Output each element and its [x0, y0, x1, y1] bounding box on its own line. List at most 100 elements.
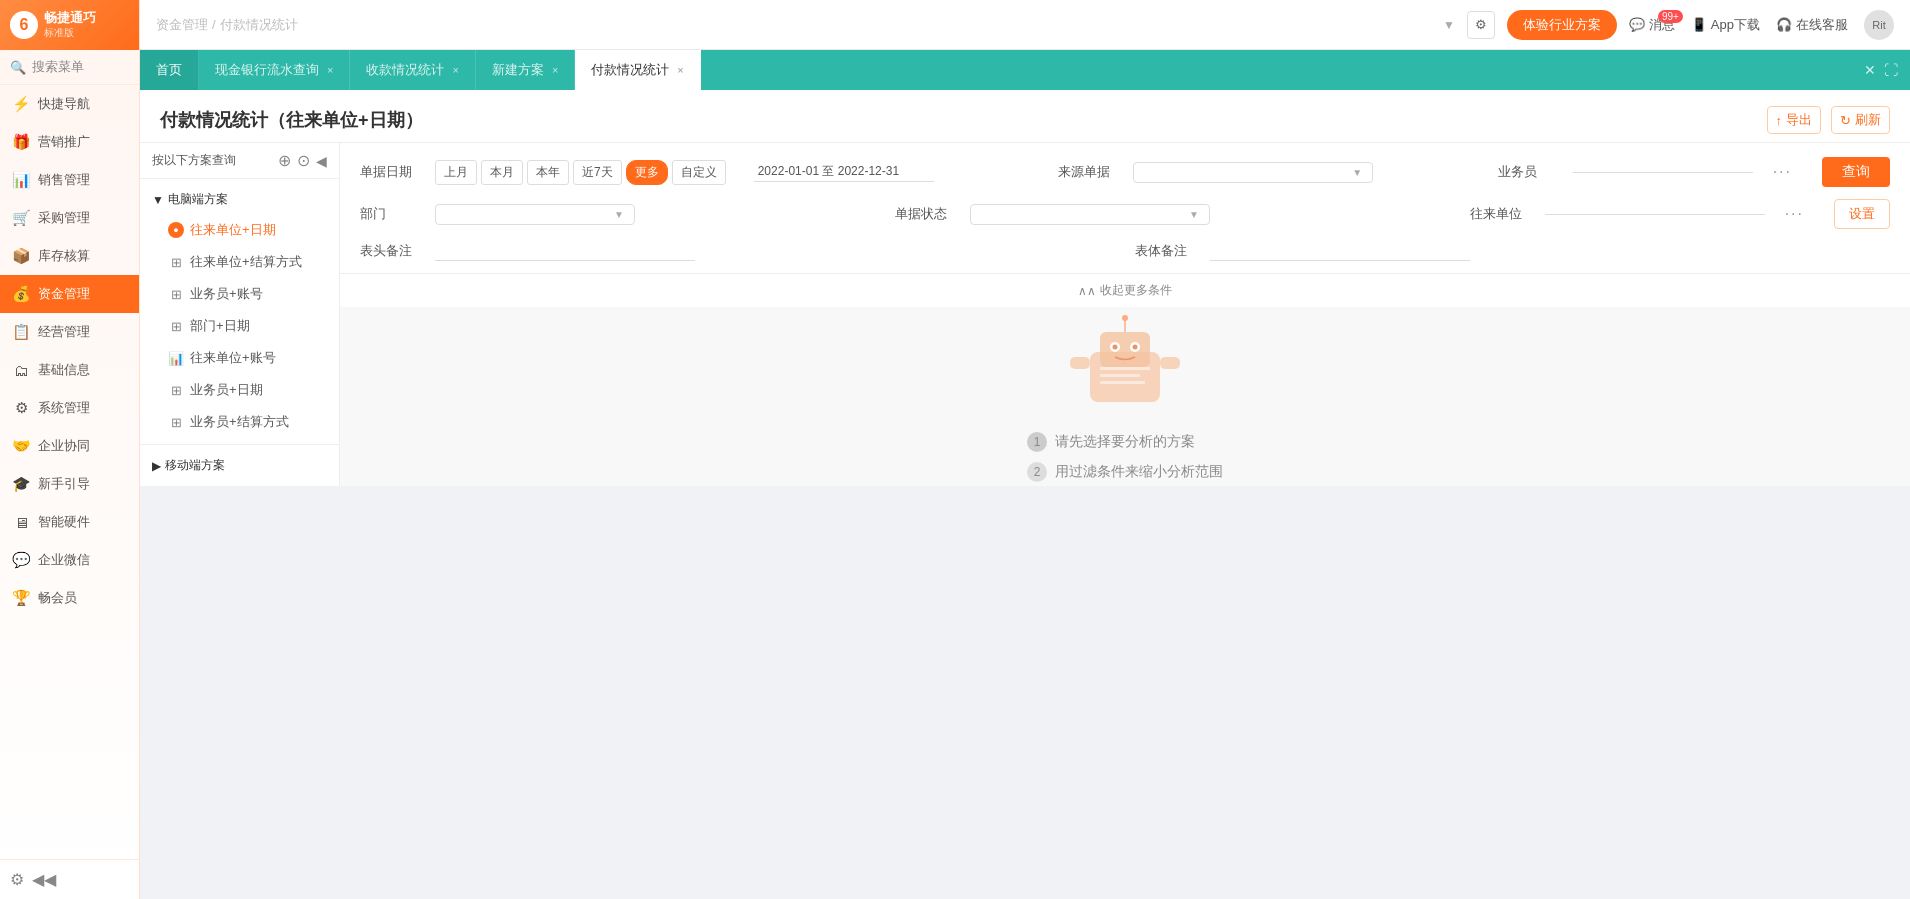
date-btn-more[interactable]: 更多 [626, 160, 668, 185]
refresh-btn[interactable]: ↻ 刷新 [1831, 106, 1890, 134]
tab-payment-stat[interactable]: 付款情况统计 × [575, 50, 700, 90]
tab-cashflow-close[interactable]: × [327, 64, 333, 76]
breadcrumb-dropdown-icon[interactable]: ▼ [1443, 18, 1455, 32]
svg-rect-10 [1100, 367, 1150, 370]
scheme-dept-date[interactable]: ⊞ 部门+日期 [140, 310, 339, 342]
member-icon: 🏆 [12, 589, 30, 607]
scheme-label: 部门+日期 [190, 317, 250, 335]
scheme-partner-account[interactable]: 📊 往来单位+账号 [140, 342, 339, 374]
tab-receipt-stat[interactable]: 收款情况统计 × [350, 50, 475, 90]
quick-nav-icon: ⚡ [12, 95, 30, 113]
doc-status-select[interactable]: ▼ [970, 204, 1210, 225]
collapse-filter-btn[interactable]: ∧∧ 收起更多条件 [340, 273, 1910, 307]
collapse-sidebar-icon[interactable]: ◀◀ [32, 870, 56, 889]
sidebar-item-newguide[interactable]: 🎓 新手引导 [0, 465, 139, 503]
tab-payment-stat-close[interactable]: × [677, 64, 683, 76]
marketing-icon: 🎁 [12, 133, 30, 151]
sidebar-item-sales[interactable]: 📊 销售管理 [0, 161, 139, 199]
sidebar-item-smart[interactable]: 🖥 智能硬件 [0, 503, 139, 541]
scheme-partner-settle[interactable]: ⊞ 往来单位+结算方式 [140, 246, 339, 278]
trial-btn[interactable]: 体验行业方案 [1507, 10, 1617, 40]
tab-home[interactable]: 首页 [140, 50, 199, 90]
mobile-section-title[interactable]: ▶ 移动端方案 [140, 451, 339, 480]
app-download-btn[interactable]: 📱 App下载 [1691, 16, 1760, 34]
date-btn-this-month[interactable]: 本月 [481, 160, 523, 185]
sidebar-item-enterprise[interactable]: 🤝 企业协同 [0, 427, 139, 465]
service-label: 在线客服 [1796, 16, 1848, 34]
inventory-icon: 📦 [12, 247, 30, 265]
service-btn[interactable]: 🎧 在线客服 [1776, 16, 1848, 34]
user-avatar[interactable]: Rit [1864, 10, 1894, 40]
page-content: 付款情况统计（往来单位+日期） ↑ 导出 ↻ 刷新 按 [140, 90, 1910, 899]
breadcrumb: 资金管理 / 付款情况统计 [156, 16, 1431, 34]
scheme-partner-date[interactable]: ● 往来单位+日期 [140, 214, 339, 246]
active-scheme-icon: ● [168, 222, 184, 238]
sidebar-item-capital[interactable]: 💰 资金管理 [0, 275, 139, 313]
sidebar-item-sysmanage[interactable]: ⚙ 系统管理 [0, 389, 139, 427]
header-actions: ↑ 导出 ↻ 刷新 [1767, 106, 1891, 134]
sysmanage-icon: ⚙ [12, 399, 30, 417]
sidebar-item-quick-nav[interactable]: ⚡ 快捷导航 [0, 85, 139, 123]
sidebar-item-member[interactable]: 🏆 畅会员 [0, 579, 139, 617]
sidebar-item-label: 资金管理 [38, 285, 90, 303]
sidebar-item-label: 系统管理 [38, 399, 90, 417]
filter-panel-area: 按以下方案查询 ⊕ ⊙ ◀ ▼ 电脑端方案 [140, 143, 1910, 486]
tab-new-scheme-label: 新建方案 [492, 61, 544, 79]
scheme-label: 往来单位+日期 [190, 221, 276, 239]
header-note-input[interactable] [435, 241, 695, 261]
sidebar-item-operation[interactable]: 📋 经营管理 [0, 313, 139, 351]
date-btn-7days[interactable]: 近7天 [573, 160, 622, 185]
sidebar-item-inventory[interactable]: 📦 库存核算 [0, 237, 139, 275]
tab-receipt-stat-close[interactable]: × [452, 64, 458, 76]
source-select[interactable]: ▼ [1133, 162, 1373, 183]
tab-cashflow[interactable]: 现金银行流水查询 × [199, 50, 350, 90]
msg-btn[interactable]: 💬 消息 99+ [1629, 16, 1675, 34]
sidebar-item-purchase[interactable]: 🛒 采购管理 [0, 199, 139, 237]
app-icon: 📱 [1691, 17, 1707, 32]
tab-receipt-stat-label: 收款情况统计 [366, 61, 444, 79]
tabbar: 首页 现金银行流水查询 × 收款情况统计 × 新建方案 × 付款情况统计 × ✕… [140, 50, 1910, 90]
scheme-salesperson-date[interactable]: ⊞ 业务员+日期 [140, 374, 339, 406]
date-btn-custom[interactable]: 自定义 [672, 160, 726, 185]
scheme-table-icon: ⊞ [168, 286, 184, 302]
sidebar-item-weixin[interactable]: 💬 企业微信 [0, 541, 139, 579]
scheme-salesperson-settle[interactable]: ⊞ 业务员+结算方式 [140, 406, 339, 438]
panel-title: 按以下方案查询 [152, 152, 236, 169]
pc-section-label: 电脑端方案 [168, 191, 228, 208]
pc-section-title[interactable]: ▼ 电脑端方案 [140, 185, 339, 214]
setting-btn[interactable]: 设置 [1834, 199, 1890, 229]
salesperson-label: 业务员 [1498, 163, 1553, 181]
tab-new-scheme-close[interactable]: × [552, 64, 558, 76]
add-scheme-icon[interactable]: ⊕ [278, 151, 291, 170]
date-range-input[interactable] [754, 163, 934, 182]
sidebar-item-basicinfo[interactable]: 🗂 基础信息 [0, 351, 139, 389]
export-btn[interactable]: ↑ 导出 [1767, 106, 1822, 134]
tab-close-all-icon[interactable]: ✕ [1864, 62, 1876, 78]
scheme-salesperson-account[interactable]: ⊞ 业务员+账号 [140, 278, 339, 310]
body-note-input[interactable] [1210, 241, 1470, 261]
tab-expand-icon[interactable]: ⛶ [1884, 62, 1898, 78]
search-menu[interactable]: 🔍 搜索菜单 [0, 50, 139, 85]
dept-label: 部门 [360, 205, 415, 223]
collapse-panel-icon[interactable]: ◀ [316, 153, 327, 169]
settings-btn[interactable]: ⚙ [1467, 11, 1495, 39]
filter-row-memo: 表头备注 表体备注 [360, 241, 1890, 273]
salesperson-more[interactable]: ··· [1773, 163, 1792, 181]
mobile-arrow-icon: ▶ [152, 459, 161, 473]
filter-row-date: 单据日期 上月 本月 本年 近7天 更多 自定义 [360, 157, 1890, 187]
partner-more[interactable]: ··· [1785, 205, 1804, 223]
dept-select[interactable]: ▼ [435, 204, 635, 225]
tabbar-controls: ✕ ⛶ [1864, 62, 1910, 78]
date-btn-last-month[interactable]: 上月 [435, 160, 477, 185]
page-title: 付款情况统计（往来单位+日期） [160, 108, 423, 132]
tab-new-scheme[interactable]: 新建方案 × [476, 50, 575, 90]
sidebar-item-marketing[interactable]: 🎁 营销推广 [0, 123, 139, 161]
settings-scheme-icon[interactable]: ⊙ [297, 151, 310, 170]
settings-bottom-icon[interactable]: ⚙ [10, 870, 24, 889]
svg-point-4 [1113, 344, 1118, 349]
app-label: App下载 [1711, 16, 1760, 34]
query-btn[interactable]: 查询 [1822, 157, 1890, 187]
partner-label: 往来单位 [1470, 205, 1525, 223]
date-btn-this-year[interactable]: 本年 [527, 160, 569, 185]
sidebar-item-label: 经营管理 [38, 323, 90, 341]
